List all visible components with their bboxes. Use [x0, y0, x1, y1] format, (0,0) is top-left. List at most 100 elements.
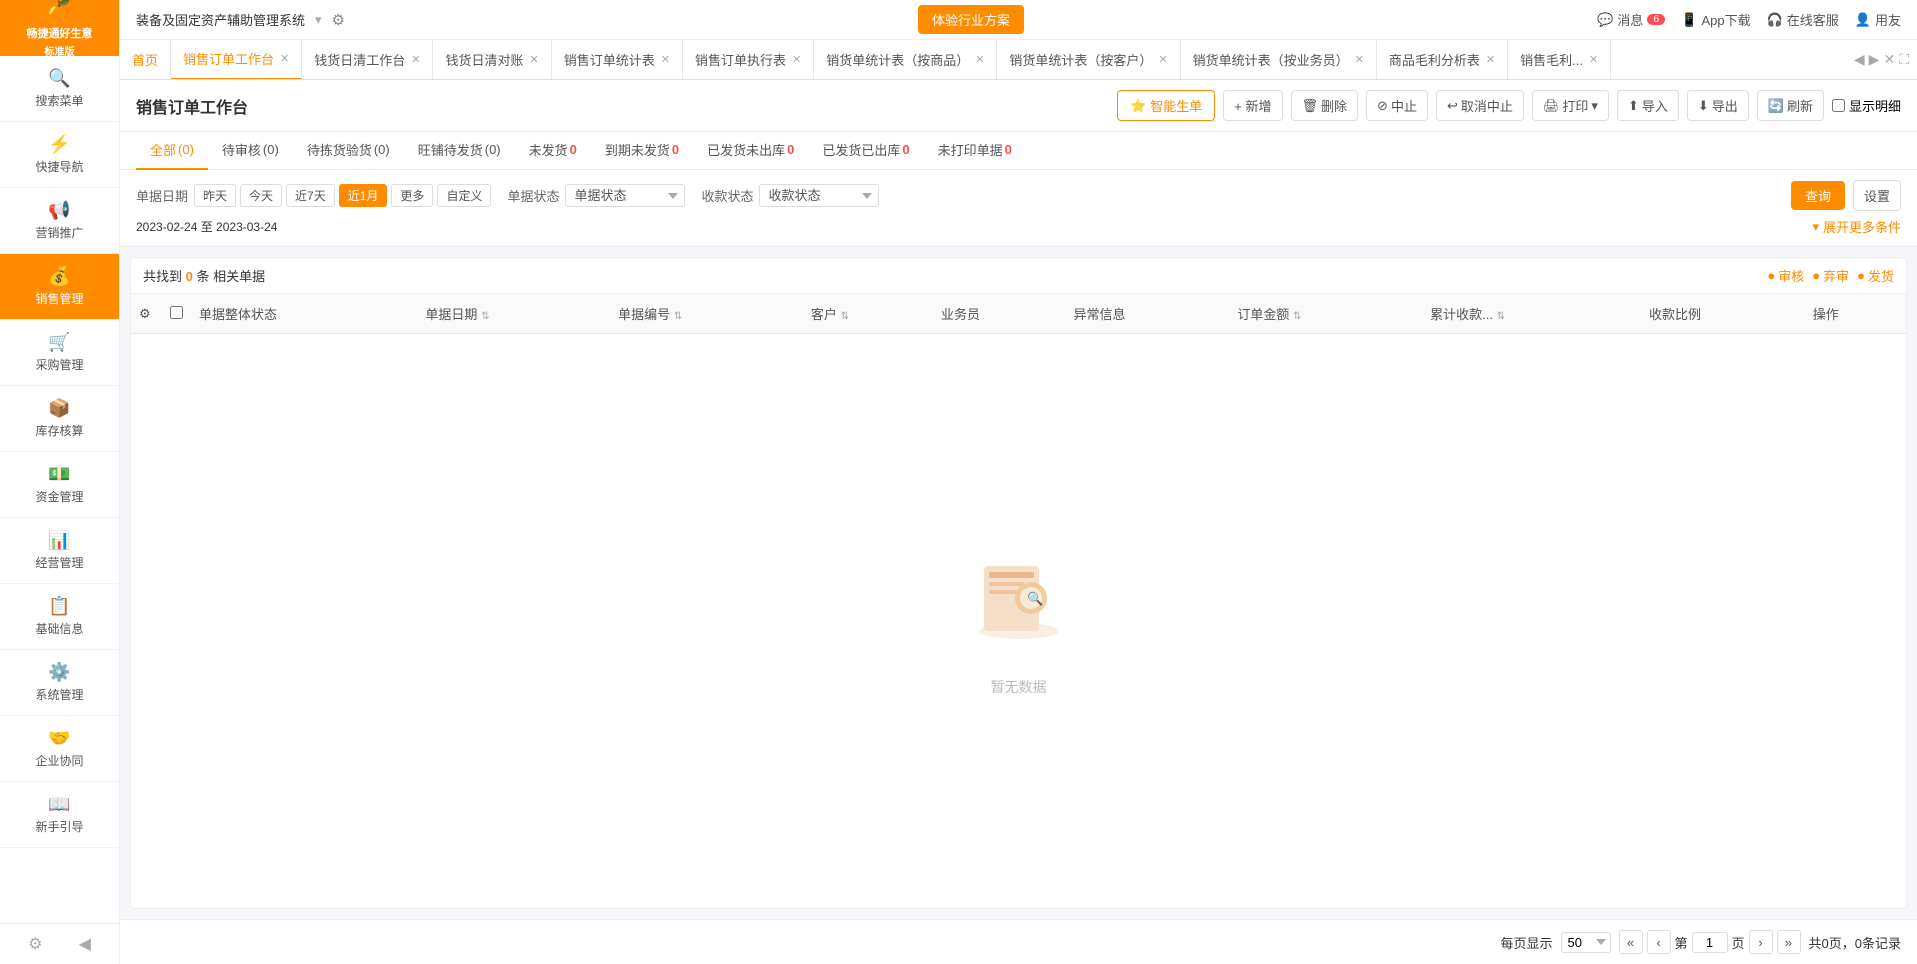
page-last-btn[interactable]: »	[1777, 930, 1801, 954]
status-select[interactable]: 单据状态	[565, 184, 685, 207]
sidebar-item-quicknav[interactable]: ⚡ 快捷导航	[0, 122, 119, 188]
tab-cash-daily-close[interactable]: ✕	[411, 53, 420, 66]
subtab-pending-review-count: (0)	[263, 142, 279, 157]
online-service-btn[interactable]: 🎧 在线客服	[1767, 10, 1839, 29]
settings-filter-btn[interactable]: 设置	[1853, 180, 1901, 211]
tab-sales-stats[interactable]: 销售订单统计表 ✕	[552, 40, 683, 80]
page-first-btn[interactable]: «	[1619, 930, 1643, 954]
th-collected[interactable]: 累计收款... ⇅	[1422, 294, 1641, 334]
action-review-link[interactable]: ● 审核	[1767, 266, 1804, 285]
tab-sales-exec[interactable]: 销售订单执行表 ✕	[683, 40, 814, 80]
tab-returns-product[interactable]: 销货单统计表（按商品） ✕	[814, 40, 997, 80]
sidebar-item-operations[interactable]: 📊 经营管理	[0, 518, 119, 584]
delete-btn[interactable]: 🗑 删除	[1291, 90, 1359, 121]
show-detail-label[interactable]: 显示明细	[1832, 96, 1901, 115]
subtab-overdue-not-shipped[interactable]: 到期未发货 0	[591, 132, 693, 170]
tab-returns-customer-close[interactable]: ✕	[1158, 53, 1167, 66]
date-btn-yesterday[interactable]: 昨天	[194, 184, 236, 207]
tab-sales-stats-close[interactable]: ✕	[661, 53, 670, 66]
subtab-pending-review[interactable]: 待审核 (0)	[208, 132, 293, 170]
column-settings-icon[interactable]: ⚙	[139, 306, 151, 321]
sidebar-item-guide[interactable]: 📖 新手引导	[0, 782, 119, 848]
tab-returns-product-close[interactable]: ✕	[975, 53, 984, 66]
date-btn-7days[interactable]: 近7天	[286, 184, 335, 207]
page-size-select[interactable]: 20 50 100	[1561, 932, 1611, 953]
export-icon: ⬇	[1698, 98, 1709, 114]
tab-sales-exec-close[interactable]: ✕	[792, 53, 801, 66]
print-btn[interactable]: 🖨 打印 ▾	[1532, 90, 1609, 121]
tab-cash-daily[interactable]: 钱货日清工作台 ✕	[302, 40, 433, 80]
sidebar-item-inventory[interactable]: 📦 库存核算	[0, 386, 119, 452]
tab-sales-workbench-close[interactable]: ✕	[280, 52, 289, 65]
date-btn-today[interactable]: 今天	[240, 184, 282, 207]
th-number[interactable]: 单据编号 ⇅	[610, 294, 803, 334]
date-btn-more[interactable]: 更多	[391, 184, 433, 207]
subtab-pending-inspect-count: (0)	[374, 142, 390, 157]
show-detail-checkbox[interactable]	[1832, 99, 1845, 112]
expand-more-btn[interactable]: ▾ 展开更多条件	[1812, 217, 1901, 236]
th-date[interactable]: 单据日期 ⇅	[417, 294, 610, 334]
page-next-btn[interactable]: ›	[1749, 930, 1773, 954]
stop-icon: ⊘	[1377, 98, 1388, 114]
tab-returns-staff-close[interactable]: ✕	[1355, 53, 1364, 66]
topbar-dropdown-arrow[interactable]: ▾	[315, 12, 322, 28]
tab-home[interactable]: 首页	[120, 40, 171, 80]
subtab-not-shipped[interactable]: 未发货 0	[515, 132, 591, 170]
sidebar-item-marketing[interactable]: 📢 营销推广	[0, 188, 119, 254]
tab-product-margin[interactable]: 商品毛利分析表 ✕	[1377, 40, 1508, 80]
subtab-pending-inspect[interactable]: 待拣货验货 (0)	[293, 132, 404, 170]
sidebar-item-search[interactable]: 🔍 搜索菜单	[0, 56, 119, 122]
query-btn[interactable]: 查询	[1791, 181, 1845, 210]
new-btn[interactable]: + 新增	[1223, 90, 1282, 121]
payment-select[interactable]: 收款状态	[759, 184, 879, 207]
subtab-all[interactable]: 全部 (0)	[136, 132, 208, 170]
tab-expand-icon[interactable]: ⛶	[1899, 51, 1909, 68]
th-checkbox	[161, 294, 191, 334]
tab-sales-more-close[interactable]: ✕	[1589, 53, 1598, 66]
experience-btn[interactable]: 体验行业方案	[918, 5, 1024, 34]
export-btn[interactable]: ⬇ 导出	[1687, 90, 1749, 121]
tab-close-all-icon[interactable]: ✕	[1883, 51, 1895, 68]
sidebar-item-sales[interactable]: 💰 销售管理	[0, 254, 119, 320]
subtab-not-printed[interactable]: 未打印单据 0	[924, 132, 1026, 170]
tab-returns-staff[interactable]: 销货单统计表（按业务员） ✕	[1181, 40, 1377, 80]
action-ship-link[interactable]: ● 发货	[1857, 266, 1894, 285]
subtab-shipped-out[interactable]: 已发货已出库 0	[808, 132, 923, 170]
subtab-wangpu[interactable]: 旺铺待发货 (0)	[404, 132, 515, 170]
subtab-wangpu-label: 旺铺待发货	[418, 140, 483, 159]
tab-sales-workbench[interactable]: 销售订单工作台 ✕	[171, 40, 302, 80]
tab-home-label: 首页	[132, 50, 158, 69]
date-btn-1month[interactable]: 近1月	[339, 184, 388, 207]
sidebar-item-basic[interactable]: 📋 基础信息	[0, 584, 119, 650]
sidebar-item-system[interactable]: ⚙️ 系统管理	[0, 650, 119, 716]
date-btn-custom[interactable]: 自定义	[437, 184, 491, 207]
tab-cash-reconcile[interactable]: 钱货日清对账 ✕	[433, 40, 551, 80]
cancel-stop-btn[interactable]: ↩ 取消中止	[1436, 90, 1524, 121]
stop-btn[interactable]: ⊘ 中止	[1366, 90, 1428, 121]
sidebar-item-finance[interactable]: 💵 资金管理	[0, 452, 119, 518]
collapse-icon[interactable]: ◀	[79, 934, 91, 954]
tab-returns-customer[interactable]: 销货单统计表（按客户） ✕	[997, 40, 1180, 80]
topbar-settings-icon[interactable]: ⚙	[332, 11, 345, 29]
tab-product-margin-close[interactable]: ✕	[1486, 53, 1495, 66]
tab-cash-reconcile-close[interactable]: ✕	[530, 53, 539, 66]
refresh-btn[interactable]: 🔄 刷新	[1757, 90, 1824, 121]
sidebar-item-coop[interactable]: 🤝 企业协同	[0, 716, 119, 782]
user-menu[interactable]: 👤 用友	[1855, 10, 1901, 29]
select-all-checkbox[interactable]	[170, 306, 183, 319]
sidebar-item-purchase[interactable]: 🛒 采购管理	[0, 320, 119, 386]
page-prev-btn[interactable]: ‹	[1647, 930, 1671, 954]
settings-icon[interactable]: ⚙	[28, 934, 42, 954]
page-input[interactable]	[1692, 932, 1728, 953]
tab-prev-icon[interactable]: ◀	[1854, 51, 1865, 68]
th-amount[interactable]: 订单金额 ⇅	[1229, 294, 1422, 334]
tab-next-icon[interactable]: ▶	[1869, 51, 1880, 68]
subtab-shipped-not-out[interactable]: 已发货未出库 0	[693, 132, 808, 170]
th-customer[interactable]: 客户 ⇅	[803, 294, 933, 334]
smart-btn[interactable]: ⭐ 智能生单	[1117, 90, 1215, 121]
tab-sales-more[interactable]: 销售毛利... ✕	[1508, 40, 1611, 80]
action-withdraw-link[interactable]: ● 弃审	[1812, 266, 1849, 285]
import-btn[interactable]: ⬆ 导入	[1617, 90, 1679, 121]
message-btn[interactable]: 💬 消息 6	[1597, 10, 1665, 29]
app-download-btn[interactable]: 📱 App下载	[1681, 10, 1750, 29]
